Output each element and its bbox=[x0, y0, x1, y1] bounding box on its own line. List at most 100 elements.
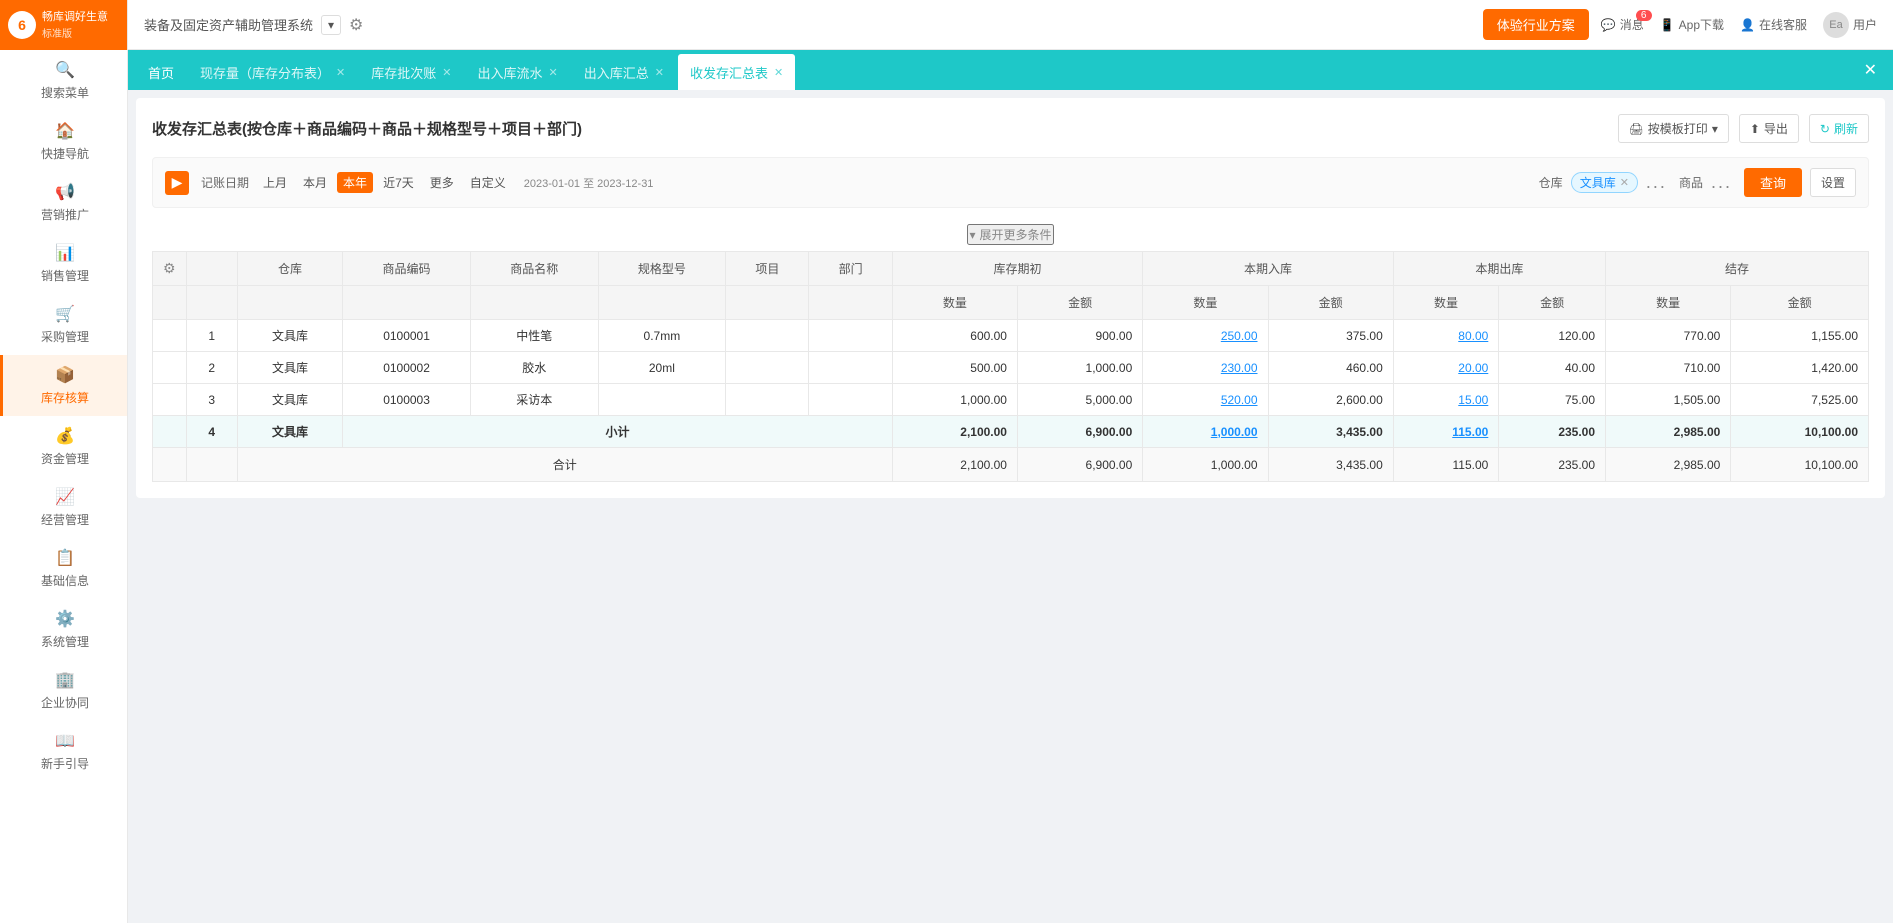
cell-in-qty[interactable]: 250.00 bbox=[1143, 320, 1268, 352]
sidebar-logo: 6 畅库调好生意 标准版 bbox=[0, 0, 127, 50]
online-service-btn[interactable]: 👤 在线客服 bbox=[1740, 16, 1807, 33]
tab-close-1[interactable]: ✕ bbox=[336, 66, 345, 79]
th-project-sub bbox=[726, 286, 809, 320]
date-options: 上月本月本年近7天更多自定义 bbox=[257, 172, 512, 193]
date-opt-本年[interactable]: 本年 bbox=[337, 172, 373, 193]
th-opening-amt: 金额 bbox=[1017, 286, 1142, 320]
sidebar-item-inventory[interactable]: 📦库存核算 bbox=[0, 355, 127, 416]
query-btn[interactable]: 查询 bbox=[1744, 168, 1802, 197]
sidebar-item-finance[interactable]: 💰资金管理 bbox=[0, 416, 127, 477]
cell-balance-qty: 710.00 bbox=[1606, 352, 1731, 384]
cell-code: 0100003 bbox=[343, 384, 471, 416]
sidebar-item-base[interactable]: 📋基础信息 bbox=[0, 538, 127, 599]
cell-opening-amt: 900.00 bbox=[1017, 320, 1142, 352]
subtotal-out-qty[interactable]: 115.00 bbox=[1393, 416, 1499, 448]
sidebar-item-sales[interactable]: 📊 销售管理 bbox=[0, 233, 127, 294]
tab-0[interactable]: 首页 bbox=[136, 54, 186, 90]
th-balance: 结存 bbox=[1606, 252, 1869, 286]
trial-btn[interactable]: 体验行业方案 bbox=[1483, 9, 1589, 40]
goods-more[interactable]: ... bbox=[1711, 172, 1732, 193]
tab-label-0: 首页 bbox=[148, 63, 174, 82]
cell-in-qty[interactable]: 230.00 bbox=[1143, 352, 1268, 384]
expand-more-btn[interactable]: ▾ 展开更多条件 bbox=[967, 224, 1053, 245]
messages-btn[interactable]: 💬 消息 6 bbox=[1601, 16, 1644, 33]
warehouse-tag[interactable]: 文具库 ✕ bbox=[1571, 172, 1638, 193]
app-download-btn[interactable]: 📱 App下载 bbox=[1660, 16, 1724, 33]
tabs-close-all[interactable]: ✕ bbox=[1856, 50, 1885, 90]
tab-5[interactable]: 收发存汇总表 ✕ bbox=[678, 54, 795, 90]
th-opening-qty: 数量 bbox=[892, 286, 1017, 320]
sidebar-item-quick-nav[interactable]: 🏠快捷导航 bbox=[0, 111, 127, 172]
date-opt-上月[interactable]: 上月 bbox=[257, 172, 293, 193]
sidebar-item-enterprise[interactable]: 🏢企业协同 bbox=[0, 660, 127, 721]
sidebar-item-search[interactable]: 🔍搜索菜单 bbox=[0, 50, 127, 111]
tab-close-3[interactable]: ✕ bbox=[549, 66, 558, 79]
sidebar-item-purchase[interactable]: 🛒采购管理 bbox=[0, 294, 127, 355]
sales-icon: 📊 bbox=[55, 243, 75, 263]
sidebar-item-label: 基础信息 bbox=[41, 572, 89, 589]
th-warehouse: 仓库 bbox=[237, 252, 342, 286]
online-service-label: 在线客服 bbox=[1759, 16, 1807, 33]
tab-1[interactable]: 现存量（库存分布表）✕ bbox=[188, 54, 357, 90]
subtotal-in-amt: 3,435.00 bbox=[1268, 416, 1393, 448]
date-opt-自定义[interactable]: 自定义 bbox=[464, 172, 512, 193]
cell-out-qty[interactable]: 80.00 bbox=[1393, 320, 1499, 352]
data-table: ⚙ 仓库 商品编码 商品名称 规格型号 项目 部门 库存期初 本期入库 本期出库… bbox=[152, 251, 1869, 482]
total-row: 合计 2,100.00 6,900.00 1,000.00 3,435.00 1… bbox=[153, 448, 1869, 482]
refresh-btn[interactable]: ↻ 刷新 bbox=[1809, 114, 1869, 143]
print-btn[interactable]: 🖨 按模板打印 ▾ bbox=[1618, 114, 1729, 143]
dropdown-arrow: ▾ bbox=[328, 18, 334, 32]
cell-opening-qty: 500.00 bbox=[892, 352, 1017, 384]
cell-balance-amt: 1,155.00 bbox=[1731, 320, 1869, 352]
sidebar-item-label: 销售管理 bbox=[41, 267, 89, 284]
tab-label-5: 收发存汇总表 bbox=[690, 63, 768, 82]
warehouse-more[interactable]: ... bbox=[1646, 172, 1667, 193]
tab-label-2: 库存批次账 bbox=[371, 63, 436, 82]
table-settings-icon[interactable]: ⚙ bbox=[163, 260, 176, 276]
user-btn[interactable]: Ea 用户 bbox=[1823, 12, 1877, 38]
total-opening-amt: 6,900.00 bbox=[1017, 448, 1142, 482]
tab-close-4[interactable]: ✕ bbox=[655, 66, 664, 79]
tab-3[interactable]: 出入库流水✕ bbox=[465, 54, 569, 90]
total-opening-qty: 2,100.00 bbox=[892, 448, 1017, 482]
sidebar-item-operations[interactable]: 📈经营管理 bbox=[0, 477, 127, 538]
cell-in-qty[interactable]: 520.00 bbox=[1143, 384, 1268, 416]
cell-dept bbox=[809, 320, 892, 352]
cell-project bbox=[726, 320, 809, 352]
guide-icon: 📖 bbox=[55, 731, 75, 751]
cell-settings bbox=[153, 320, 187, 352]
settings-icon[interactable]: ⚙ bbox=[349, 15, 363, 35]
system-dropdown[interactable]: ▾ bbox=[321, 15, 341, 35]
inventory-icon: 📦 bbox=[55, 365, 75, 385]
subtotal-in-qty[interactable]: 1,000.00 bbox=[1143, 416, 1268, 448]
cell-name: 胶水 bbox=[470, 352, 598, 384]
tab-2[interactable]: 库存批次账 ✕ bbox=[359, 54, 463, 90]
th-index bbox=[186, 252, 237, 286]
filter-date-section: 记账日期 上月本月本年近7天更多自定义 2023-01-01 至 2023-12… bbox=[201, 172, 1527, 193]
print-arrow: ▾ bbox=[1712, 122, 1718, 136]
date-opt-近7天[interactable]: 近7天 bbox=[377, 172, 420, 193]
cell-spec bbox=[598, 384, 726, 416]
sidebar-item-guide[interactable]: 📖新手引导 bbox=[0, 721, 127, 782]
filter-bar: ▶ 记账日期 上月本月本年近7天更多自定义 2023-01-01 至 2023-… bbox=[152, 157, 1869, 208]
th-index-sub bbox=[186, 286, 237, 320]
cell-out-qty[interactable]: 15.00 bbox=[1393, 384, 1499, 416]
th-project: 项目 bbox=[726, 252, 809, 286]
filter-settings-btn[interactable]: 设置 bbox=[1810, 168, 1856, 197]
tab-close-2[interactable]: ✕ bbox=[442, 66, 451, 79]
date-opt-本月[interactable]: 本月 bbox=[297, 172, 333, 193]
tab-close-5[interactable]: ✕ bbox=[774, 66, 783, 79]
sidebar-item-marketing[interactable]: 📢营销推广 bbox=[0, 172, 127, 233]
expand-more-label: 展开更多条件 bbox=[980, 226, 1052, 243]
cell-project bbox=[726, 384, 809, 416]
cell-out-qty[interactable]: 20.00 bbox=[1393, 352, 1499, 384]
date-opt-更多[interactable]: 更多 bbox=[424, 172, 460, 193]
export-btn[interactable]: ⬆ 导出 bbox=[1739, 114, 1799, 143]
subtotal-warehouse: 文具库 bbox=[237, 416, 342, 448]
warehouse-tag-close[interactable]: ✕ bbox=[1620, 176, 1629, 189]
sidebar-item-system[interactable]: ⚙️系统管理 bbox=[0, 599, 127, 660]
tab-4[interactable]: 出入库汇总✕ bbox=[572, 54, 676, 90]
print-label: 按模板打印 bbox=[1648, 120, 1708, 137]
filter-warehouse: 仓库 文具库 ✕ ... bbox=[1539, 172, 1667, 193]
filter-expand-btn[interactable]: ▶ bbox=[165, 171, 189, 195]
